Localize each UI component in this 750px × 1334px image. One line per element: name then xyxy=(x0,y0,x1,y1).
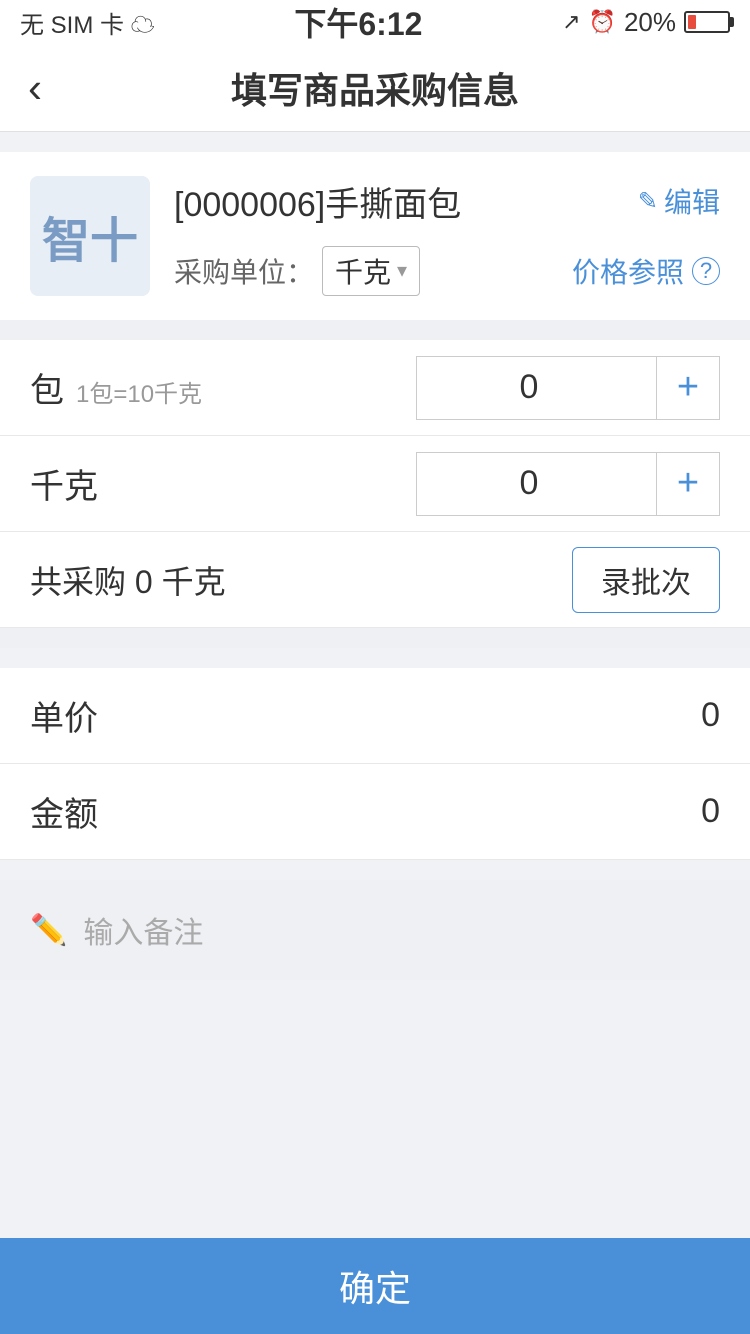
bag-input-row: 包 1包=10千克 + xyxy=(0,340,750,436)
product-info: [0000006]手撕面包 ✎ 编辑 采购单位： 千克 ▾ 价格参照 ? xyxy=(174,177,720,296)
note-section[interactable]: ✏️ 输入备注 xyxy=(0,880,750,980)
record-batch-button[interactable]: 录批次 xyxy=(572,547,720,613)
battery-icon xyxy=(684,11,730,33)
unit-value: 千克 xyxy=(335,251,391,291)
pencil-icon: ✏️ xyxy=(30,913,67,948)
unit-price-label: 单价 xyxy=(30,691,98,740)
chevron-down-icon: ▾ xyxy=(397,258,407,283)
bag-label-group: 包 1包=10千克 xyxy=(30,363,202,412)
bag-label: 包 xyxy=(30,363,64,412)
confirm-button-label: 确定 xyxy=(339,1260,411,1312)
product-name: [0000006]手撕面包 xyxy=(174,177,461,226)
bag-sub: 1包=10千克 xyxy=(76,374,202,409)
input-section: 包 1包=10千克 + 千克 + xyxy=(0,340,750,532)
kg-plus-button[interactable]: + xyxy=(656,452,720,516)
amount-value: 0 xyxy=(701,792,720,831)
divider-1 xyxy=(0,320,750,340)
summary-row: 共采购 0 千克 录批次 xyxy=(0,532,750,628)
edit-label: 编辑 xyxy=(664,181,720,221)
kg-input-row: 千克 + xyxy=(0,436,750,532)
product-card: 智十 [0000006]手撕面包 ✎ 编辑 采购单位： 千克 ▾ 价格参照 ? xyxy=(0,152,750,320)
confirm-footer[interactable]: 确定 xyxy=(0,1238,750,1334)
status-bar: 无 SIM 卡 ☁ 下午6:12 ↗ ⏰ 20% xyxy=(0,0,750,44)
unit-price-row: 单价 0 xyxy=(0,668,750,764)
kg-label-group: 千克 xyxy=(30,459,98,508)
unit-select[interactable]: 千克 ▾ xyxy=(322,246,420,296)
alarm-icon: ⏰ xyxy=(589,9,616,35)
battery-percent: 20% xyxy=(624,7,676,38)
page-title: 填写商品采购信息 xyxy=(231,62,519,114)
summary-text: 共采购 0 千克 xyxy=(30,557,226,603)
unit-row: 采购单位： 千克 ▾ 价格参照 ? xyxy=(174,246,720,296)
unit-label: 采购单位： xyxy=(174,251,314,291)
kg-input-right: + xyxy=(416,452,720,516)
status-left: 无 SIM 卡 ☁ xyxy=(20,5,155,40)
back-button[interactable]: ‹ xyxy=(28,67,42,109)
kg-label: 千克 xyxy=(30,459,98,508)
divider-2 xyxy=(0,628,750,648)
unit-price-value: 0 xyxy=(701,696,720,735)
product-image: 智十 xyxy=(30,176,150,296)
amount-row: 金额 0 xyxy=(0,764,750,860)
edit-button[interactable]: ✎ 编辑 xyxy=(638,181,720,221)
kg-quantity-input[interactable] xyxy=(416,452,656,516)
nav-bar: ‹ 填写商品采购信息 xyxy=(0,44,750,132)
edit-icon: ✎ xyxy=(638,187,658,216)
sim-label: 无 SIM 卡 ☁ xyxy=(20,5,155,40)
footer-spacer xyxy=(0,980,750,1096)
location-icon: ↗ xyxy=(562,9,580,35)
price-section: 单价 0 金额 0 xyxy=(0,668,750,860)
status-time: 下午6:12 xyxy=(294,0,422,45)
bag-quantity-input[interactable] xyxy=(416,356,656,420)
bag-input-right: + xyxy=(416,356,720,420)
amount-label: 金额 xyxy=(30,787,98,836)
product-name-row: [0000006]手撕面包 ✎ 编辑 xyxy=(174,177,720,226)
price-ref-label: 价格参照 xyxy=(572,251,684,291)
product-logo: 智十 xyxy=(42,201,138,271)
info-icon: ? xyxy=(692,257,720,285)
note-placeholder: 输入备注 xyxy=(83,908,203,952)
price-ref-button[interactable]: 价格参照 ? xyxy=(572,251,720,291)
bag-plus-button[interactable]: + xyxy=(656,356,720,420)
status-right: ↗ ⏰ 20% xyxy=(562,7,730,38)
